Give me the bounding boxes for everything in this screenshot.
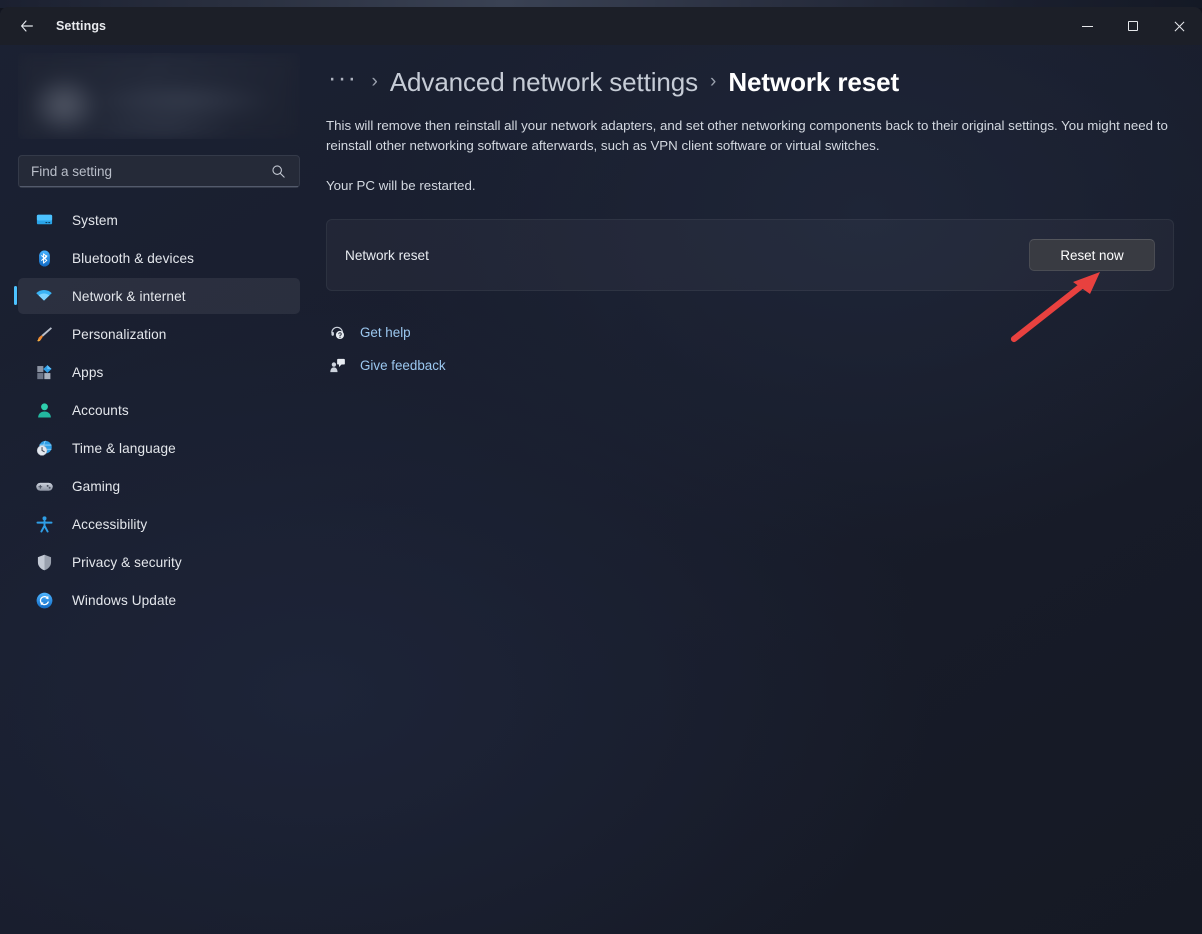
sidebar-item-label: Bluetooth & devices bbox=[72, 250, 195, 266]
description-text: This will remove then reinstall all your… bbox=[326, 118, 1168, 153]
sidebar-item-system[interactable]: System bbox=[18, 202, 300, 238]
close-button[interactable] bbox=[1156, 7, 1202, 45]
screen: Settings Find a setting System Bluetooth… bbox=[0, 0, 1202, 934]
give-feedback-icon bbox=[326, 357, 348, 374]
breadcrumb-overflow-button[interactable]: ··· bbox=[326, 65, 359, 93]
search-icon bbox=[271, 164, 286, 179]
sidebar-item-personalization[interactable]: Personalization bbox=[18, 316, 300, 352]
bluetooth-icon bbox=[34, 248, 54, 268]
restart-notice-text: Your PC will be restarted. bbox=[326, 178, 476, 193]
sidebar-item-label: Apps bbox=[72, 364, 104, 380]
breadcrumb: ··· › Advanced network settings › Networ… bbox=[326, 62, 1202, 102]
search-box[interactable] bbox=[18, 155, 300, 188]
sidebar-item-label: Accounts bbox=[72, 402, 129, 418]
sidebar-item-time-language[interactable]: Time & language bbox=[18, 430, 300, 466]
sidebar-item-label: Gaming bbox=[72, 478, 121, 494]
sidebar-item-accessibility[interactable]: Accessibility bbox=[18, 506, 300, 542]
sidebar-item-label: Personalization bbox=[72, 326, 167, 342]
close-icon bbox=[1173, 20, 1185, 32]
reset-now-button[interactable]: Reset now bbox=[1029, 239, 1155, 271]
sidebar-item-label: Privacy & security bbox=[72, 554, 182, 570]
window-title: Settings bbox=[56, 19, 107, 33]
sidebar: System Bluetooth & devices bbox=[0, 45, 312, 934]
update-refresh-icon bbox=[34, 590, 54, 610]
sidebar-item-gaming[interactable]: Gaming bbox=[18, 468, 300, 504]
wifi-icon bbox=[34, 286, 54, 306]
settings-window: Settings Find a setting System Bluetooth… bbox=[0, 7, 1202, 934]
get-help-label: Get help bbox=[360, 324, 411, 340]
shield-icon bbox=[34, 552, 54, 572]
sidebar-item-bluetooth-devices[interactable]: Bluetooth & devices bbox=[18, 240, 300, 276]
breadcrumb-separator: › bbox=[371, 71, 378, 92]
sidebar-item-accounts[interactable]: Accounts bbox=[18, 392, 300, 428]
window-controls bbox=[1064, 7, 1202, 45]
sidebar-item-windows-update[interactable]: Windows Update bbox=[18, 582, 300, 618]
get-help-link[interactable]: Get help bbox=[326, 317, 536, 347]
content-area: ··· › Advanced network settings › Networ… bbox=[312, 45, 1202, 934]
sidebar-nav: System Bluetooth & devices Network & int… bbox=[14, 202, 300, 618]
minimize-button[interactable] bbox=[1064, 7, 1110, 45]
profile-blurred-content bbox=[18, 53, 300, 139]
accessibility-icon bbox=[34, 514, 54, 534]
maximize-icon bbox=[1128, 21, 1138, 31]
sidebar-item-label: Time & language bbox=[72, 440, 176, 456]
sidebar-item-label: Windows Update bbox=[72, 592, 177, 608]
person-icon bbox=[34, 400, 54, 420]
back-button[interactable] bbox=[10, 11, 44, 41]
network-reset-label: Network reset bbox=[345, 247, 429, 263]
sidebar-item-label: Accessibility bbox=[72, 516, 148, 532]
arrow-left-icon bbox=[21, 20, 33, 32]
give-feedback-label: Give feedback bbox=[360, 357, 446, 373]
maximize-button[interactable] bbox=[1110, 7, 1156, 45]
sidebar-item-network-internet[interactable]: Network & internet bbox=[14, 278, 300, 314]
title-bar: Settings bbox=[0, 7, 1202, 45]
get-help-icon bbox=[326, 324, 348, 341]
breadcrumb-parent-link[interactable]: Advanced network settings bbox=[390, 67, 698, 98]
page-title: Network reset bbox=[728, 66, 900, 97]
gamepad-icon bbox=[34, 476, 54, 496]
apps-grid-icon bbox=[34, 362, 54, 382]
network-reset-card: Network reset Reset now bbox=[326, 219, 1174, 291]
sidebar-item-privacy-security[interactable]: Privacy & security bbox=[18, 544, 300, 580]
paintbrush-icon bbox=[34, 324, 54, 344]
minimize-icon bbox=[1081, 25, 1093, 27]
sidebar-item-apps[interactable]: Apps bbox=[18, 354, 300, 390]
give-feedback-link[interactable]: Give feedback bbox=[326, 350, 536, 380]
help-links: Get help Give feedback bbox=[326, 317, 1202, 380]
monitor-icon bbox=[34, 210, 54, 230]
breadcrumb-separator: › bbox=[710, 71, 717, 92]
search-input[interactable] bbox=[19, 164, 271, 179]
sidebar-item-label: System bbox=[72, 212, 118, 228]
globe-clock-icon bbox=[34, 438, 54, 458]
sidebar-item-label: Network & internet bbox=[72, 288, 186, 304]
user-profile-card[interactable] bbox=[18, 53, 300, 139]
